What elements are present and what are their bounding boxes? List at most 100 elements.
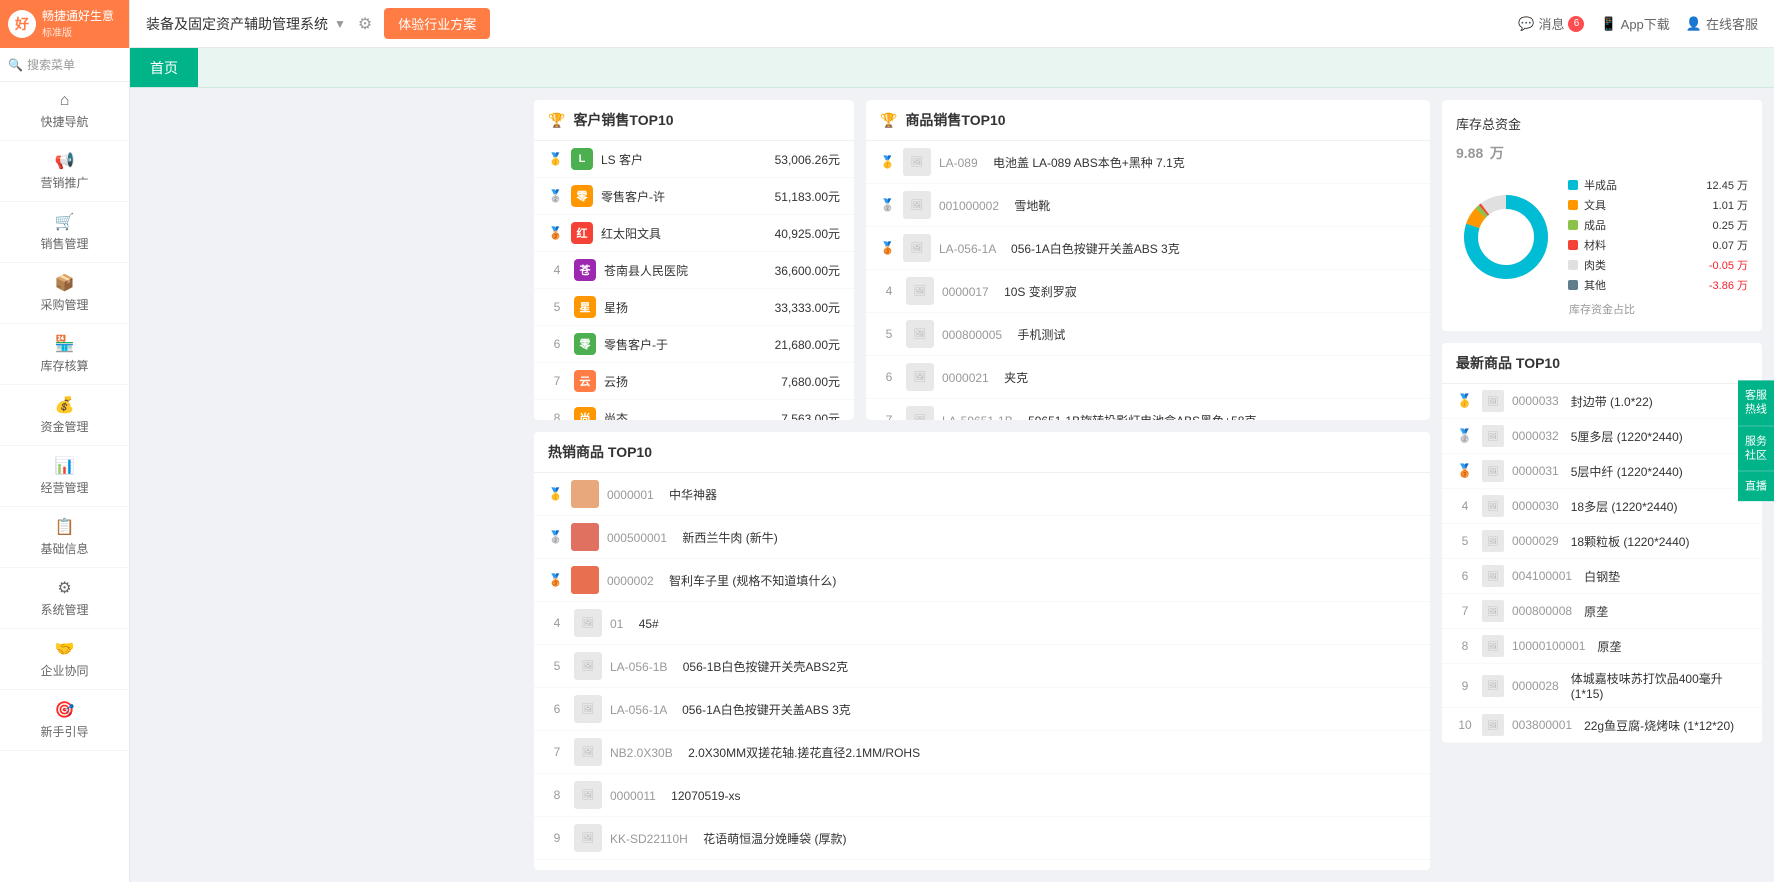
stock-title: 库存总资金 [1456,114,1521,133]
product-thumbnail: 🖼 [574,695,602,723]
inventory-icon: 🏪 [55,334,75,354]
trial-button[interactable]: 体验行业方案 [384,8,490,39]
rank-number: 9 [548,831,566,845]
hot-products-title: 热销商品 TOP10 [548,442,652,462]
image-icon: 🖼 [582,661,595,672]
legend-dot [1568,280,1578,290]
customer-service-button[interactable]: 客服热线 [1738,380,1774,426]
rank-medal-icon: 🥈 [880,198,895,212]
product-thumbnail: 🖼 [903,148,931,176]
sidebar-item-operations[interactable]: 📊 经营管理 [0,446,129,507]
image-icon: 🖼 [914,372,927,383]
product-code: LA-056-1A [939,242,1008,256]
rank-medal-icon: 🥇 [1456,393,1474,409]
product-thumbnail: 🖼 [906,277,934,305]
app-download-button[interactable]: 📱 App下载 [1600,14,1669,33]
sidebar-item-purchase[interactable]: 📦 采购管理 [0,263,129,324]
rank-medal-icon: 🥈 [548,530,563,544]
float-buttons: 客服热线 服务社区 直播 [1738,380,1774,501]
message-button[interactable]: 💬 消息 6 [1518,14,1584,33]
legend-label: 半成品 [1584,177,1692,193]
rank-number: 5 [1456,534,1474,548]
rank-medal-icon: 🥉 [1456,463,1474,479]
customer-name: LS 客户 [601,151,767,168]
service-button[interactable]: 👤 在线客服 [1686,14,1758,33]
rank-medal-icon: 🥉 [880,241,895,255]
sidebar-item-finance[interactable]: 💰 资金管理 [0,385,129,446]
rank-number: 6 [548,337,566,351]
community-button[interactable]: 服务社区 [1738,426,1774,472]
image-icon: 🖼 [911,157,924,168]
image-icon: 🖼 [914,329,927,340]
list-item: 🥉 0000002 智利车子里 (规格不知道填什么) [534,559,1430,602]
customer-value: 40,925.00元 [775,225,840,242]
live-label: 直播 [1745,480,1767,492]
sidebar-item-collab[interactable]: 🤝 企业协同 [0,629,129,690]
customer-value: 21,680.00元 [775,336,840,353]
product-sales-title: 商品销售TOP10 [905,110,1005,130]
trophy-icon: 🏆 [880,112,897,129]
product-code: 0000002 [607,574,666,588]
product-thumbnail: 🖼 [903,234,931,262]
product-name: 电池盖 LA-089 ABS本色+黑种 7.1克 [993,156,1185,170]
sidebar-item-marketing[interactable]: 📢 营销推广 [0,141,129,202]
product-code: 001000002 [939,199,1011,213]
list-item: 5 🖼 0000029 18颗粒板 (1220*2440) [1442,524,1762,559]
sidebar-item-home[interactable]: ⌂ 快捷导航 [0,82,129,141]
legend-dot [1568,240,1578,250]
product-code: KK-SD22110H [610,832,700,846]
product-info: 000800005 手机测试 [942,326,1416,343]
sidebar-item-sales[interactable]: 🛒 销售管理 [0,202,129,263]
newest-products-card: 最新商品 TOP10 🥇 🖼 0000033 封边带 (1.0*22) 🥈 🖼 … [1442,343,1762,743]
product-code: 000500001 [607,531,679,545]
table-row: 5 🖼 000800005 手机测试 [866,313,1430,356]
product-code: 01 [610,617,635,631]
stock-chart-area: 半成品 12.45 万 文具 1.01 万 成品 0.25 万 [1456,177,1748,297]
product-sales-card: 🏆 商品销售TOP10 🥇 🖼 LA-089 电池盖 LA-089 ABS本色+… [866,100,1430,420]
phone-icon: 📱 [1600,16,1616,32]
product-info: 0000017 10S 变刹罗寂 [942,283,1416,300]
product-sales-list: 🥇 🖼 LA-089 电池盖 LA-089 ABS本色+黑种 7.1克 🥈 🖼 [866,141,1430,420]
sidebar-item-system[interactable]: ⚙ 系统管理 [0,568,129,629]
product-thumbnail: 🖼 [903,191,931,219]
sidebar-search[interactable]: 🔍 搜索菜单 [0,48,129,82]
list-item: 8 🖼 10000100001 原垄 [1442,629,1762,664]
rank-number: 10 [1456,718,1474,732]
sidebar-item-guide[interactable]: 🎯 新手引导 [0,690,129,751]
settings-icon[interactable]: ⚙ [358,14,372,34]
product-info: LA-056-1B 056-1B白色按键开关壳ABS2克 [610,658,1416,675]
customer-name: 苍南县人民医院 [604,262,767,279]
rank-medal-icon: 🥇 [880,155,895,169]
image-icon: 🖼 [582,790,595,801]
rank-number: 7 [548,374,566,388]
sidebar-item-label: 企业协同 [40,662,88,679]
tab-home[interactable]: 首页 [130,48,198,87]
rank-number: 4 [880,284,898,298]
customer-value: 7,680.00元 [781,373,840,390]
purchase-icon: 📦 [55,273,75,293]
product-name: 体城嘉枝味苏打饮品400毫升 (1*15) [1571,670,1748,701]
legend-item: 半成品 12.45 万 [1568,177,1748,193]
sidebar-item-basics[interactable]: 📋 基础信息 [0,507,129,568]
rank-medal-icon: 🥇 [548,152,563,166]
customer-value: 51,183.00元 [775,188,840,205]
live-button[interactable]: 直播 [1738,471,1774,501]
sidebar-item-label: 资金管理 [40,418,88,435]
rank-medal-icon: 🥈 [1456,428,1474,444]
product-name: 智利车子里 (规格不知道填什么) [669,574,836,588]
rank-number: 9 [1456,679,1474,693]
product-info: 0000021 夹克 [942,369,1416,386]
customer-ranking-title: 客户销售TOP10 [573,110,673,130]
list-item: 5 🖼 LA-056-1B 056-1B白色按键开关壳ABS2克 [534,645,1430,688]
customer-ranking-card: 🏆 客户销售TOP10 🥇 L LS 客户 53,006.26元 🥈 零 [534,100,854,420]
table-row: 7 云 云扬 7,680.00元 [534,363,854,400]
newest-products-title: 最新商品 TOP10 [1456,353,1560,373]
sidebar-item-inventory[interactable]: 🏪 库存核算 [0,324,129,385]
logo-title: 畅捷通好生意 [42,9,114,25]
sidebar: 好 畅捷通好生意 标准版 🔍 搜索菜单 ⌂ 快捷导航 📢 营销推广 🛒 销售管理… [0,0,130,882]
legend-item: 文具 1.01 万 [1568,197,1748,213]
list-item: 6 🖼 LA-056-1A 056-1A白色按键开关盖ABS 3克 [534,688,1430,731]
basics-icon: 📋 [55,517,75,537]
collab-icon: 🤝 [55,639,75,659]
dropdown-arrow-icon[interactable]: ▼ [334,17,346,31]
